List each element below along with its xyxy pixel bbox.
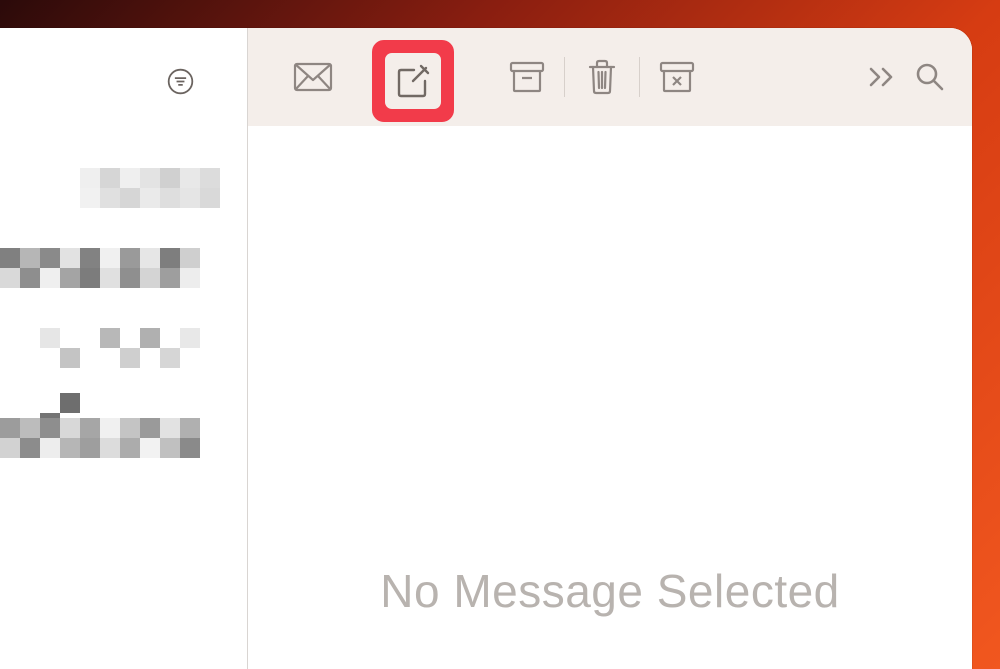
desktop-background: No Message Selected [0,0,1000,669]
trash-icon [586,59,618,95]
message-pane: No Message Selected [248,28,972,669]
envelope-icon [293,62,333,92]
list-item[interactable] [0,328,200,368]
junk-button[interactable] [642,46,712,108]
list-item[interactable] [80,168,220,208]
message-list[interactable] [0,158,247,669]
mail-window: No Message Selected [0,28,972,669]
list-item[interactable] [0,248,200,288]
filter-icon [167,68,194,95]
junk-icon [659,61,695,93]
search-icon [915,62,945,92]
toolbar-separator [564,57,565,97]
message-list-header [0,28,247,126]
search-button[interactable] [906,46,954,108]
toolbar-separator [639,57,640,97]
message-list-pane [0,28,248,669]
compose-button[interactable] [370,46,440,108]
filter-button[interactable] [165,66,195,96]
empty-state-text: No Message Selected [248,564,972,618]
toolbar [248,28,972,126]
get-mail-button[interactable] [278,46,348,108]
delete-button[interactable] [567,46,637,108]
chevron-double-right-icon [867,66,897,88]
list-item[interactable] [0,418,200,458]
more-button[interactable] [858,46,906,108]
archive-icon [509,61,545,93]
archive-button[interactable] [492,46,562,108]
message-content-area: No Message Selected [248,126,972,669]
